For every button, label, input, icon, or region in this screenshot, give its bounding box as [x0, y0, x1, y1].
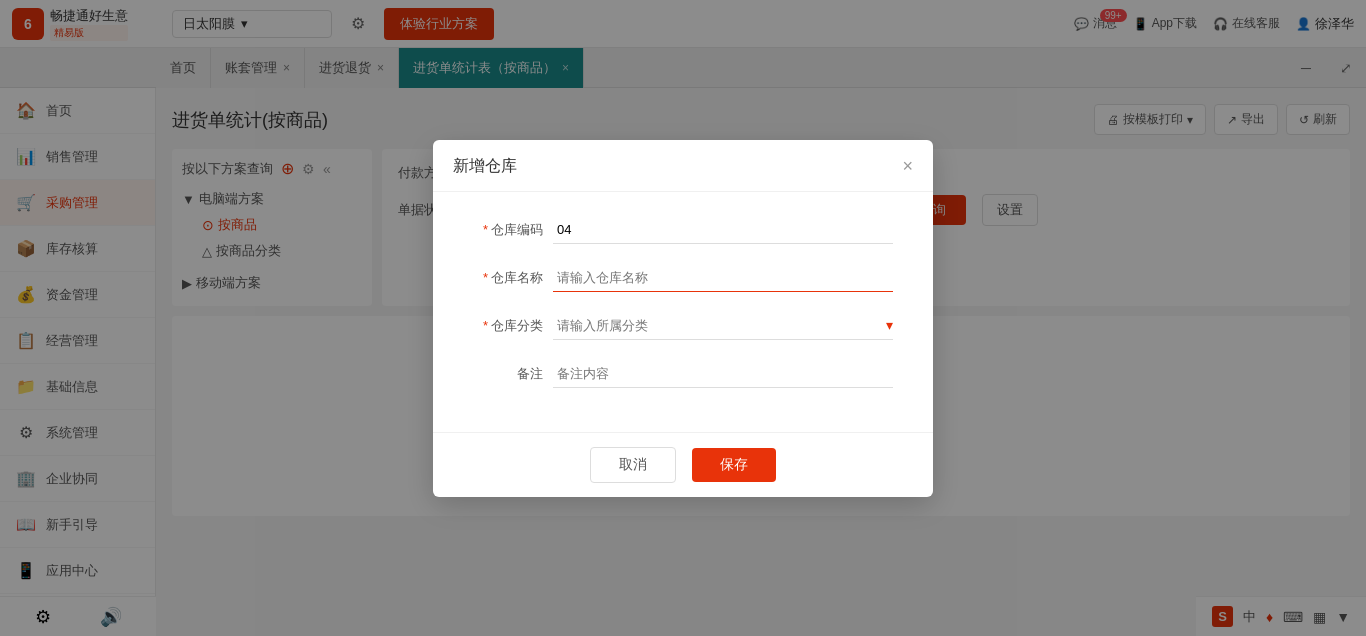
category-select-wrapper: ▾: [553, 312, 893, 340]
remark-form-row: 备注: [473, 360, 893, 388]
code-input[interactable]: [553, 216, 893, 244]
add-warehouse-modal: 新增仓库 × *仓库编码 *仓库名称 *仓库分类: [433, 140, 933, 497]
required-star-category: *: [483, 318, 488, 333]
cancel-button[interactable]: 取消: [590, 447, 676, 483]
category-input[interactable]: [553, 312, 886, 339]
required-star-code: *: [483, 222, 488, 237]
remark-input[interactable]: [553, 360, 893, 388]
category-dropdown-icon[interactable]: ▾: [886, 317, 893, 333]
required-star-name: *: [483, 270, 488, 285]
category-label: *仓库分类: [473, 317, 543, 335]
modal-footer: 取消 保存: [433, 432, 933, 497]
name-input[interactable]: [553, 264, 893, 292]
modal-title: 新增仓库: [453, 156, 517, 177]
remark-label: 备注: [473, 365, 543, 383]
name-form-row: *仓库名称: [473, 264, 893, 292]
modal-body: *仓库编码 *仓库名称 *仓库分类 ▾: [433, 192, 933, 432]
code-label: *仓库编码: [473, 221, 543, 239]
modal-header: 新增仓库 ×: [433, 140, 933, 192]
code-form-row: *仓库编码: [473, 216, 893, 244]
save-button[interactable]: 保存: [692, 448, 776, 482]
modal-close-btn[interactable]: ×: [902, 157, 913, 175]
name-label: *仓库名称: [473, 269, 543, 287]
category-form-row: *仓库分类 ▾: [473, 312, 893, 340]
modal-overlay: 新增仓库 × *仓库编码 *仓库名称 *仓库分类: [0, 0, 1366, 636]
